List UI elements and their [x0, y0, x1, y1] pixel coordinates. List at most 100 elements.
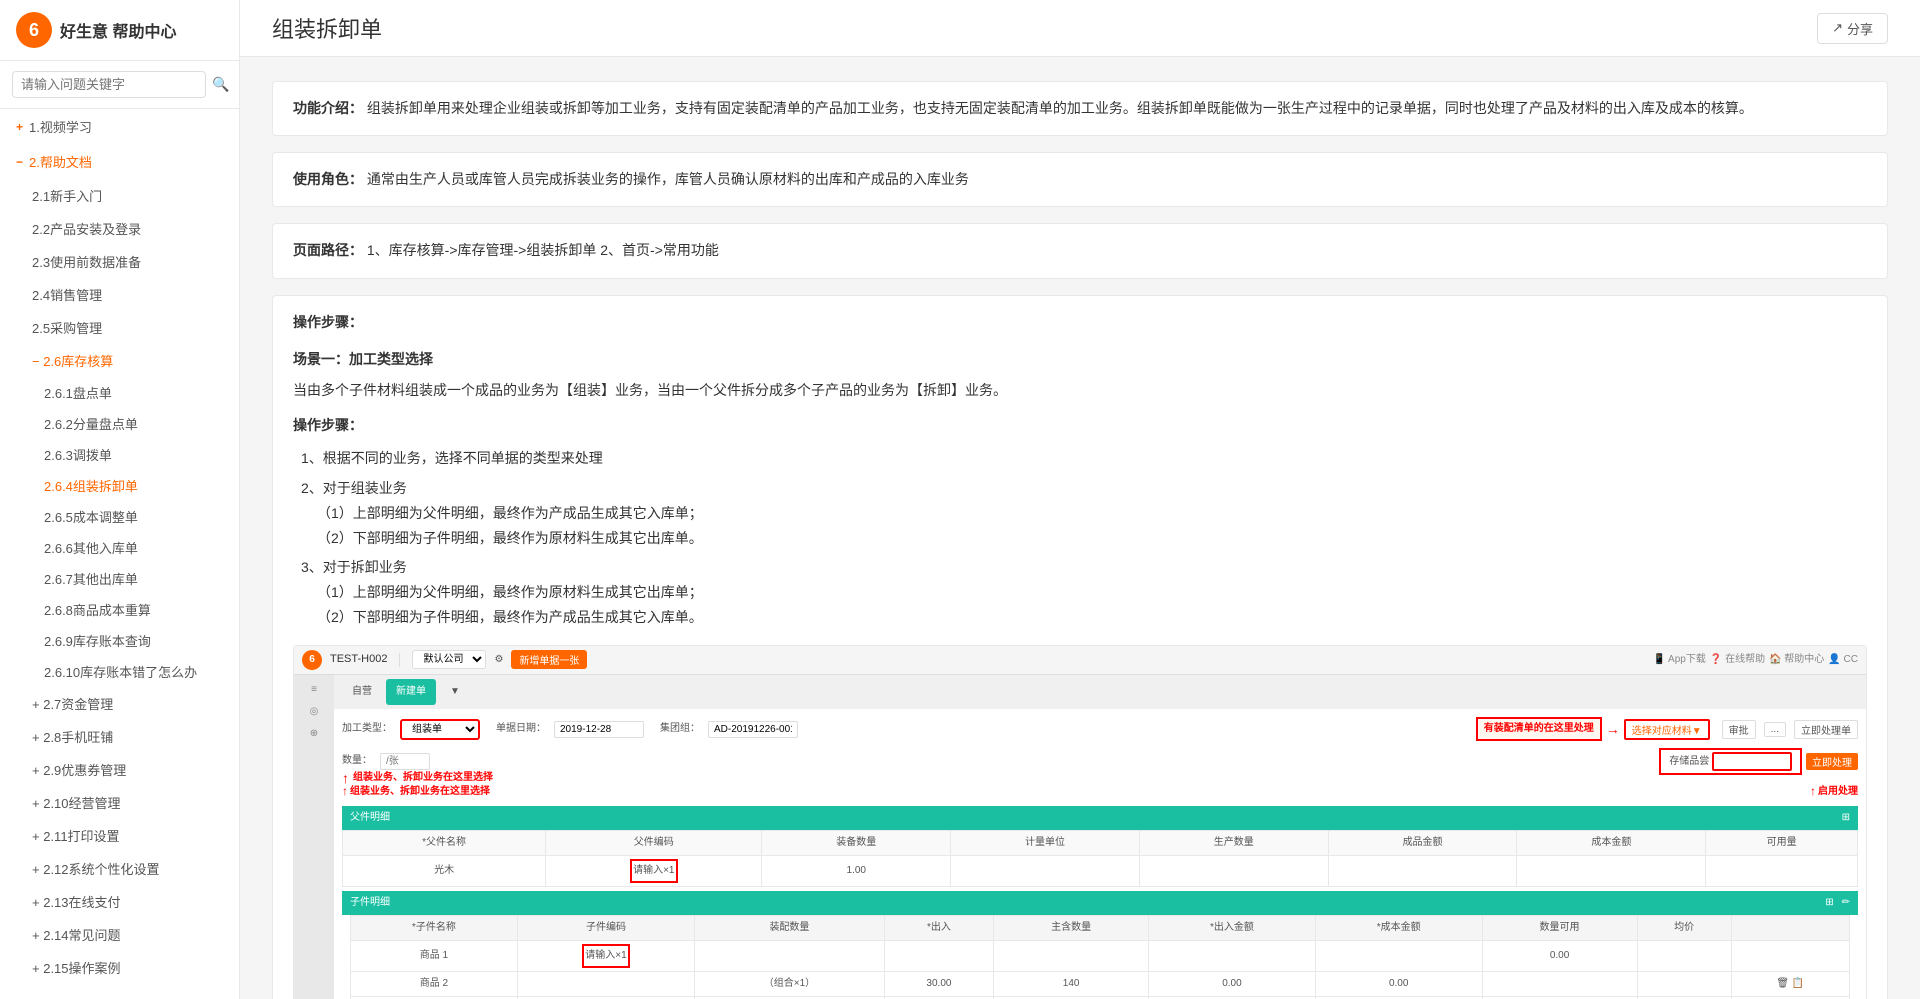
sidebar-item-label: 2.2产品安装及登录 — [32, 222, 141, 237]
sidebar-item-label: 2.6.8商品成本重算 — [44, 603, 151, 618]
sidebar-item-assembly[interactable]: 2.6.4组装拆卸单 — [0, 470, 239, 501]
mock-approve-btn-top[interactable]: 审批 — [1722, 720, 1756, 739]
approve-input[interactable] — [1712, 752, 1792, 771]
sidebar-item-label: 2.9优惠券管理 — [43, 763, 126, 778]
lower-col-action — [1731, 916, 1849, 941]
arrow-right-icon: → — [1606, 717, 1620, 742]
lower-cell-act2: 🗑 📋 — [1731, 972, 1849, 997]
upper-table-row: 光木 请输入×1 1.00 — [343, 856, 1858, 887]
lower-cell-cost1 — [1315, 941, 1482, 972]
upper-col-cost: 成本金额 — [1517, 831, 1706, 856]
ops-block: 操作步骤： 场景一：加工类型选择 当由多个子件材料组装成一个成品的业务为【组装】… — [272, 295, 1888, 999]
mock-bom-annotation: 有装配清单的在这里处理 — [1476, 717, 1602, 741]
sidebar-item-costrecalc[interactable]: 2.6.8商品成本重算 — [0, 594, 239, 625]
search-button[interactable]: 🔍 — [212, 76, 229, 93]
mock-immediate-btn[interactable]: 立即处理 — [1806, 753, 1858, 770]
approve-annotation-area: 存储品尝 立即处理 — [1659, 748, 1858, 775]
sidebar-item-stockquery[interactable]: 2.6.9库存账本查询 — [0, 625, 239, 656]
mock-nav-bar: ≡ ◎ ⊕ 自营 新建单 ▼ — [294, 675, 1866, 999]
sidebar-item-stockerr[interactable]: 2.6.10库存账本错了怎么办 — [0, 656, 239, 687]
upper-col-unit: 计量单位 — [951, 831, 1140, 856]
sidebar-item-newbie[interactable]: 2.1新手入门 — [0, 179, 239, 212]
lower-cell-main2: 140 — [994, 972, 1149, 997]
feature-block: 功能介绍： 组装拆卸单用来处理企业组装或拆卸等加工业务，支持有固定装配清单的产品… — [272, 81, 1888, 136]
sidebar-item-docs[interactable]: − 2.帮助文档 — [0, 144, 239, 179]
sidebar-item-install[interactable]: 2.2产品安装及登录 — [0, 212, 239, 245]
lower-cell-name1: 商品 1 — [351, 941, 518, 972]
sidebar-item-prepare[interactable]: 2.3使用前数据准备 — [0, 245, 239, 278]
sidebar-item-print[interactable]: + 2.11打印设置 — [0, 819, 239, 852]
sidebar-item-coupon[interactable]: + 2.9优惠券管理 — [0, 753, 239, 786]
lower-col-main-qty: 主含数量 — [994, 916, 1149, 941]
ops-steps-title: 操作步骤： — [293, 413, 1867, 438]
mock-more-btn[interactable]: ... — [1764, 722, 1786, 737]
search-input[interactable] — [12, 71, 206, 98]
expand-icon: + — [32, 730, 40, 745]
sidebar-item-stocktake[interactable]: 2.6.1盘点单 — [0, 377, 239, 408]
share-label: 分享 — [1847, 19, 1873, 38]
lower-col-cost-amount: *成本金额 — [1315, 916, 1482, 941]
mock-form-row1: 加工类型： 组装单 拆卸单 单据日期： 集团组： — [342, 717, 1858, 742]
mock-company: TEST-H002 — [330, 650, 387, 670]
step1: 1、根据不同的业务，选择不同单据的类型来处理 — [301, 446, 1867, 471]
mock-order-input[interactable] — [708, 721, 798, 738]
lower-cell-avail1: 0.00 — [1482, 941, 1637, 972]
mock-company-select[interactable]: 默认公司 — [412, 650, 486, 669]
lower-col-avg: 均价 — [1637, 916, 1731, 941]
lower-cell-inout1 — [884, 941, 993, 972]
sidebar-item-label: 2.6.2分量盘点单 — [44, 417, 138, 432]
sidebar-item-adjust[interactable]: 2.6.3调拨单 — [0, 439, 239, 470]
scenario1-title: 场景一：加工类型选择 — [293, 347, 1867, 372]
sidebar-item-label: 2.6.1盘点单 — [44, 386, 112, 401]
sidebar-item-splitstock[interactable]: 2.6.2分量盘点单 — [0, 408, 239, 439]
lower-cell-act1 — [1731, 941, 1849, 972]
sidebar-item-capital[interactable]: + 2.7资金管理 — [0, 687, 239, 720]
mock-type-select[interactable]: 组装单 拆卸单 — [400, 719, 480, 740]
sidebar-item-label: 2.5采购管理 — [32, 321, 102, 336]
sidebar-item-inventory[interactable]: − 2.6库存核算 — [0, 344, 239, 377]
lower-table-container: *子件名称 子件编码 装配数量 *出入 主含数量 *出入金额 *成本金额 — [342, 915, 1858, 999]
sidebar-item-operations[interactable]: + 2.10经营管理 — [0, 786, 239, 819]
expand-icon: + — [32, 796, 40, 811]
step2: 2、对于组装业务 — [301, 476, 1867, 501]
expand-icon: + — [32, 829, 40, 844]
sidebar-item-video[interactable]: + 1.视频学习 — [0, 109, 239, 144]
mock-tab-self[interactable]: 自营 — [342, 679, 382, 705]
expand-lower-icon: ⊞ — [1825, 894, 1833, 912]
upper-col-name: *父件名称 — [343, 831, 546, 856]
mock-sidebar-icon1: ≡ — [311, 681, 317, 699]
sidebar-item-sales[interactable]: 2.4销售管理 — [0, 278, 239, 311]
lower-table-wrapper: *子件名称 子件编码 装配数量 *出入 主含数量 *出入金额 *成本金额 — [350, 915, 1850, 999]
feature-label: 功能介绍： — [293, 100, 363, 116]
expand-icon: + — [32, 862, 40, 877]
sidebar-item-payment[interactable]: + 2.13在线支付 — [0, 885, 239, 918]
sidebar-item-faq[interactable]: + 2.14常见问题 — [0, 918, 239, 951]
sidebar-item-cases[interactable]: + 2.15操作案例 — [0, 951, 239, 984]
red-box-cell: 请输入×1 — [630, 859, 677, 883]
mock-action-btn[interactable]: 立即处理单 — [1794, 720, 1858, 739]
sidebar-item-purchase[interactable]: 2.5采购管理 — [0, 311, 239, 344]
mock-date-input[interactable] — [554, 721, 644, 738]
mock-tab-new[interactable]: 新建单 — [386, 679, 436, 705]
sidebar-item-label: 2.6.4组装拆卸单 — [44, 479, 138, 494]
sidebar-item-costadj[interactable]: 2.6.5成本调整单 — [0, 501, 239, 532]
sidebar-item-otherin[interactable]: 2.6.6其他入库单 — [0, 532, 239, 563]
mock-select-bom-btn[interactable]: 选择对应材料▼ — [1624, 719, 1710, 740]
sidebar-item-label: 2.7资金管理 — [43, 697, 113, 712]
upper-cell-prod-qty — [1139, 856, 1328, 887]
mock-topbar: 6 TEST-H002 默认公司 ⚙ 新增单据一张 📱 App下载 ❓ 在线帮助… — [294, 646, 1866, 675]
mock-tab-more[interactable]: ▼ — [440, 679, 470, 705]
sidebar-item-otherout[interactable]: 2.6.7其他出库单 — [0, 563, 239, 594]
mock-new-order-btn[interactable]: 新增单据一张 — [511, 650, 587, 669]
share-button[interactable]: ↗ 分享 — [1817, 13, 1888, 44]
mock-lower-section-header: 子件明细 ⊞ ✏ — [342, 891, 1858, 915]
expand-icon: + — [32, 928, 40, 943]
sidebar-item-personalize[interactable]: + 2.12系统个性化设置 — [0, 852, 239, 885]
user-icon: 👤 CC — [1828, 651, 1858, 669]
mock-type-label: 加工类型： — [342, 720, 392, 738]
lower-cell-ioa1 — [1149, 941, 1316, 972]
sidebar-item-mobile[interactable]: + 2.8手机旺铺 — [0, 720, 239, 753]
arrow-annotation-icon: ↑ — [342, 781, 348, 803]
lower-cell-code1: 请输入×1 — [517, 941, 694, 972]
lower-cell-ioa2: 0.00 — [1149, 972, 1316, 997]
